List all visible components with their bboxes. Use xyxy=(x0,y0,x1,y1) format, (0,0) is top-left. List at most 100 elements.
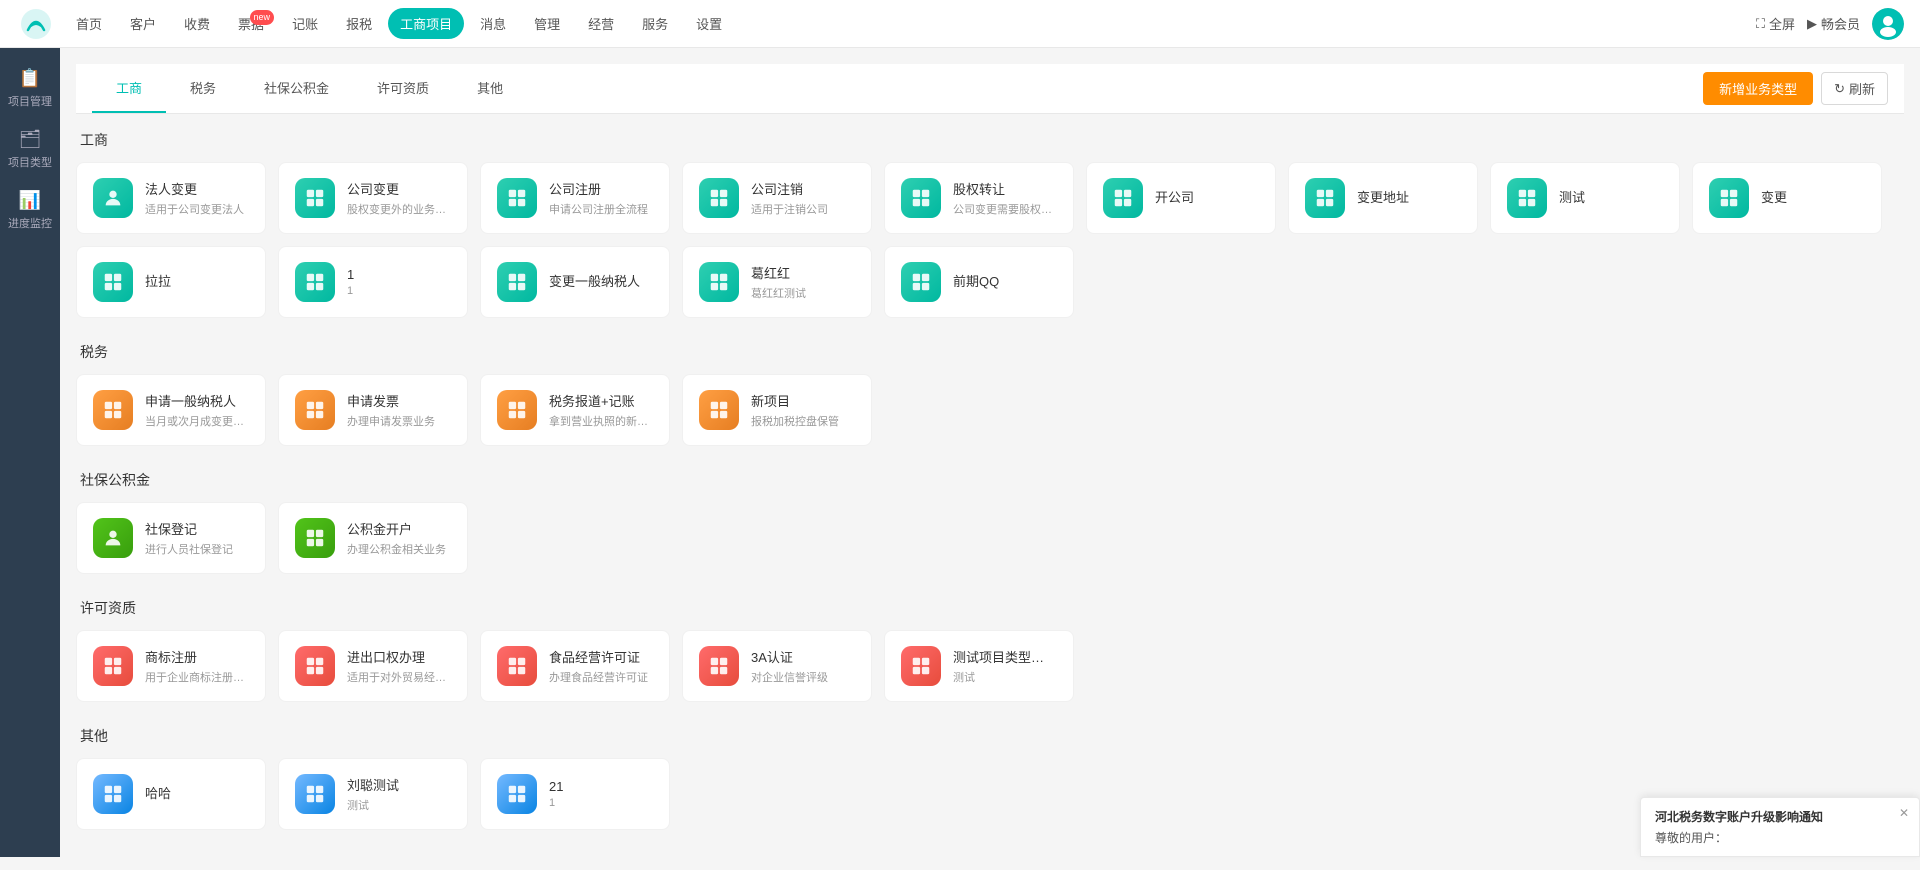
nav-item-收费[interactable]: 收费 xyxy=(172,8,222,39)
card-title: 变更 xyxy=(1761,187,1865,206)
card-title: 刘聪测试 xyxy=(347,775,451,794)
nav-item-记账[interactable]: 记账 xyxy=(280,8,330,39)
card-title: 申请发票 xyxy=(347,391,451,410)
card-shebao-0[interactable]: 社保登记进行人员社保登记 xyxy=(76,502,266,574)
card-shebao-1[interactable]: 公积金开户办理公积金相关业务 xyxy=(278,502,468,574)
card-content-qita-0: 哈哈 xyxy=(145,783,249,805)
card-content-shuiwu-3: 新项目报税加税控盘保管 xyxy=(751,391,855,429)
vip-btn[interactable]: ▶ 畅会员 xyxy=(1807,14,1860,33)
card-gongshang-9[interactable]: 拉拉 xyxy=(76,246,266,318)
card-gongshang-11[interactable]: 变更一般纳税人 xyxy=(480,246,670,318)
card-content-gongshang-12: 葛红红葛红红测试 xyxy=(751,263,855,301)
card-xuke-0[interactable]: 商标注册用于企业商标注册服务 xyxy=(76,630,266,702)
tab-社保公积金[interactable]: 社保公积金 xyxy=(240,64,353,113)
nav-item-设置[interactable]: 设置 xyxy=(684,8,734,39)
card-desc: 葛红红测试 xyxy=(751,285,855,301)
card-title: 变更地址 xyxy=(1357,187,1461,206)
section-title-shuiwu: 税务 xyxy=(76,342,1904,362)
nav-item-客户[interactable]: 客户 xyxy=(118,8,168,39)
card-title: 新项目 xyxy=(751,391,855,410)
nav-item-报税[interactable]: 报税 xyxy=(334,8,384,39)
refresh-button[interactable]: ↻ 刷新 xyxy=(1821,72,1888,105)
card-content-gongshang-10: 11 xyxy=(347,267,451,297)
card-title: 拉拉 xyxy=(145,271,249,290)
card-icon-gongshang-13 xyxy=(901,262,941,302)
tab-许可资质[interactable]: 许可资质 xyxy=(353,64,453,113)
card-desc: 公司变更需要股权转让 xyxy=(953,201,1057,217)
fullscreen-btn[interactable]: ⛶ 全屏 xyxy=(1756,14,1795,33)
nav-item-票据[interactable]: 票据new xyxy=(226,8,276,39)
card-icon-gongshang-12 xyxy=(699,262,739,302)
card-title: 3A认证 xyxy=(751,647,855,666)
card-gongshang-0[interactable]: 法人变更适用于公司变更法人 xyxy=(76,162,266,234)
sidebar-item-项目类型[interactable]: 🗂项目类型 xyxy=(3,121,57,178)
notif-close-button[interactable]: ✕ xyxy=(1899,806,1909,820)
card-content-xuke-0: 商标注册用于企业商标注册服务 xyxy=(145,647,249,685)
card-icon-qita-1 xyxy=(295,774,335,814)
main-content: 工商税务社保公积金许可资质其他 新增业务类型 ↻ 刷新 工商法人变更适用于公司变… xyxy=(60,48,1920,870)
card-qita-0[interactable]: 哈哈 xyxy=(76,758,266,830)
card-gongshang-5[interactable]: 开公司 xyxy=(1086,162,1276,234)
refresh-label: 刷新 xyxy=(1849,79,1875,98)
card-icon-xuke-1 xyxy=(295,646,335,686)
add-type-button[interactable]: 新增业务类型 xyxy=(1703,72,1813,105)
card-shuiwu-0[interactable]: 申请一般纳税人当月或次月成变更完成 xyxy=(76,374,266,446)
card-shuiwu-2[interactable]: 税务报道+记账拿到营业执照的新公司 xyxy=(480,374,670,446)
nav-item-消息[interactable]: 消息 xyxy=(468,8,518,39)
tab-工商[interactable]: 工商 xyxy=(92,64,166,113)
card-icon-gongshang-1 xyxy=(295,178,335,218)
card-xuke-3[interactable]: 3A认证对企业信誉评级 xyxy=(682,630,872,702)
tabs-bar: 工商税务社保公积金许可资质其他 新增业务类型 ↻ 刷新 xyxy=(76,64,1904,114)
card-qita-2[interactable]: 211 xyxy=(480,758,670,830)
card-shuiwu-1[interactable]: 申请发票办理申请发票业务 xyxy=(278,374,468,446)
card-title: 申请一般纳税人 xyxy=(145,391,249,410)
card-title: 进出口权办理 xyxy=(347,647,451,666)
card-icon-xuke-2 xyxy=(497,646,537,686)
sidebar-item-进度监控[interactable]: 📊进度监控 xyxy=(3,182,57,239)
app-logo[interactable] xyxy=(16,4,56,44)
card-icon-gongshang-6 xyxy=(1305,178,1345,218)
card-content-xuke-2: 食品经营许可证办理食品经营许可证 xyxy=(549,647,653,685)
refresh-icon: ↻ xyxy=(1834,81,1845,97)
card-content-shebao-1: 公积金开户办理公积金相关业务 xyxy=(347,519,451,557)
tab-其他[interactable]: 其他 xyxy=(453,64,527,113)
user-avatar[interactable] xyxy=(1872,8,1904,40)
card-content-gongshang-7: 测试 xyxy=(1559,187,1663,209)
section-qita: 其他哈哈刘聪测试测试211 xyxy=(76,726,1904,830)
card-content-xuke-1: 进出口权办理适用于对外贸易经营者 xyxy=(347,647,451,685)
sidebar-icon: 📊 xyxy=(19,190,41,211)
nav-item-工商项目[interactable]: 工商项目 xyxy=(388,8,464,39)
card-title: 社保登记 xyxy=(145,519,249,538)
card-title: 公司注册 xyxy=(549,179,653,198)
card-gongshang-13[interactable]: 前期QQ xyxy=(884,246,1074,318)
card-desc: 办理公积金相关业务 xyxy=(347,541,451,557)
nav-item-管理[interactable]: 管理 xyxy=(522,8,572,39)
card-gongshang-6[interactable]: 变更地址 xyxy=(1288,162,1478,234)
card-gongshang-1[interactable]: 公司变更股权变更外的业务变更 xyxy=(278,162,468,234)
nav-item-服务[interactable]: 服务 xyxy=(630,8,680,39)
nav-items: 首页客户收费票据new记账报税工商项目消息管理经营服务设置 xyxy=(64,8,734,39)
nav-item-首页[interactable]: 首页 xyxy=(64,8,114,39)
card-gongshang-4[interactable]: 股权转让公司变更需要股权转让 xyxy=(884,162,1074,234)
card-gongshang-3[interactable]: 公司注销适用于注销公司 xyxy=(682,162,872,234)
card-xuke-4[interactable]: 测试项目类型目定义测试 xyxy=(884,630,1074,702)
card-title: 测试项目类型目定义 xyxy=(953,647,1057,666)
card-gongshang-10[interactable]: 11 xyxy=(278,246,468,318)
card-xuke-2[interactable]: 食品经营许可证办理食品经营许可证 xyxy=(480,630,670,702)
section-title-gongshang: 工商 xyxy=(76,130,1904,150)
card-desc: 办理申请发票业务 xyxy=(347,413,451,429)
card-gongshang-12[interactable]: 葛红红葛红红测试 xyxy=(682,246,872,318)
card-title: 公司注销 xyxy=(751,179,855,198)
card-gongshang-2[interactable]: 公司注册申请公司注册全流程 xyxy=(480,162,670,234)
sidebar-item-项目管理[interactable]: 📋项目管理 xyxy=(3,60,57,117)
card-xuke-1[interactable]: 进出口权办理适用于对外贸易经营者 xyxy=(278,630,468,702)
card-title: 测试 xyxy=(1559,187,1663,206)
card-gongshang-8[interactable]: 变更 xyxy=(1692,162,1882,234)
nav-item-经营[interactable]: 经营 xyxy=(576,8,626,39)
card-gongshang-7[interactable]: 测试 xyxy=(1490,162,1680,234)
tab-税务[interactable]: 税务 xyxy=(166,64,240,113)
card-icon-gongshang-9 xyxy=(93,262,133,302)
card-shuiwu-3[interactable]: 新项目报税加税控盘保管 xyxy=(682,374,872,446)
card-qita-1[interactable]: 刘聪测试测试 xyxy=(278,758,468,830)
card-desc: 报税加税控盘保管 xyxy=(751,413,855,429)
